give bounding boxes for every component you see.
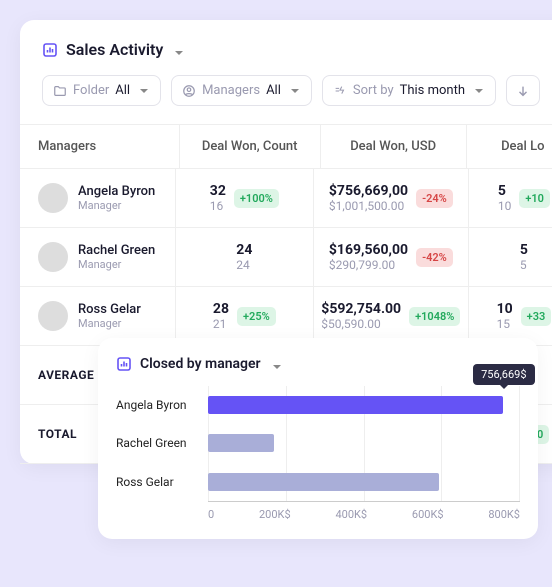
delta-badge: +100% <box>234 189 279 208</box>
y-axis-label: Rachel Green <box>116 424 208 462</box>
chevron-down-icon <box>173 44 185 56</box>
delta-badge: +10 <box>519 189 550 208</box>
filter-bar: Folder All Managers All Sort by This mon… <box>20 75 552 124</box>
overlay-header[interactable]: Closed by manager <box>116 356 520 372</box>
chart-bar[interactable] <box>208 396 503 414</box>
avatar <box>38 183 68 213</box>
bar-chart: Angela ByronRachel GreenRoss Gelar 756,6… <box>116 386 520 501</box>
folder-icon <box>53 84 67 98</box>
panel-title: Sales Activity <box>66 40 163 59</box>
delta-badge: +1048% <box>409 307 460 326</box>
chevron-down-icon <box>289 85 301 97</box>
overlay-title: Closed by manager <box>140 356 261 372</box>
table-header-row: Managers Deal Won, Count Deal Won, USD D… <box>20 125 552 169</box>
folder-filter[interactable]: Folder All <box>42 75 161 106</box>
sort-value: This month <box>400 83 465 98</box>
arrow-down-icon <box>516 84 530 98</box>
avatar <box>38 242 68 272</box>
delta-badge: -42% <box>416 248 453 267</box>
x-axis: 0 200K$ 400K$ 600K$ 800K$ <box>208 508 520 521</box>
chart-bar[interactable] <box>208 434 274 452</box>
chart-tooltip: 756,669$ <box>473 364 534 385</box>
chart-bar[interactable] <box>208 473 439 491</box>
y-axis-label: Ross Gelar <box>116 463 208 501</box>
bar-chart-icon <box>42 42 58 58</box>
folder-value: All <box>115 83 130 98</box>
x-axis-tick: 0 <box>208 508 214 521</box>
folder-label: Folder <box>73 83 109 98</box>
person-icon <box>182 84 196 98</box>
col-deal-usd: Deal Won, USD <box>321 125 467 168</box>
chevron-down-icon <box>138 85 150 97</box>
x-axis-tick: 400K$ <box>335 508 367 521</box>
closed-by-manager-panel: Closed by manager Angela ByronRachel Gre… <box>98 338 538 539</box>
col-deal-count: Deal Won, Count <box>180 125 321 168</box>
x-axis-tick: 800K$ <box>488 508 520 521</box>
manager-name: Ross Gelar <box>78 302 141 317</box>
delta-badge: -24% <box>416 189 453 208</box>
bar-chart-icon <box>116 356 132 372</box>
managers-value: All <box>266 83 281 98</box>
manager-name: Angela Byron <box>78 184 155 199</box>
manager-role: Manager <box>78 317 141 330</box>
chevron-down-icon <box>473 85 485 97</box>
managers-label: Managers <box>202 83 260 98</box>
chevron-down-icon <box>271 358 283 370</box>
manager-name: Rachel Green <box>78 243 155 258</box>
x-axis-tick: 600K$ <box>412 508 444 521</box>
manager-role: Manager <box>78 258 155 271</box>
y-axis-label: Angela Byron <box>116 386 208 424</box>
delta-badge: +33 <box>521 307 552 326</box>
col-deal-lost: Deal Lo <box>467 125 552 168</box>
managers-filter[interactable]: Managers All <box>171 75 312 106</box>
avatar <box>38 301 68 331</box>
table-row[interactable]: Angela ByronManager 3216+100% $756,669,0… <box>20 169 552 228</box>
sort-label: Sort by <box>353 83 394 98</box>
x-axis-tick: 200K$ <box>259 508 291 521</box>
table-row[interactable]: Rachel GreenManager 2424 $169,560,00$290… <box>20 228 552 287</box>
manager-role: Manager <box>78 199 155 212</box>
sort-az-icon <box>333 84 347 98</box>
col-managers: Managers <box>20 125 180 168</box>
sort-filter[interactable]: Sort by This month <box>322 75 496 106</box>
panel-header[interactable]: Sales Activity <box>20 40 552 75</box>
sort-direction-button[interactable] <box>506 75 540 106</box>
delta-badge: +25% <box>237 307 276 326</box>
